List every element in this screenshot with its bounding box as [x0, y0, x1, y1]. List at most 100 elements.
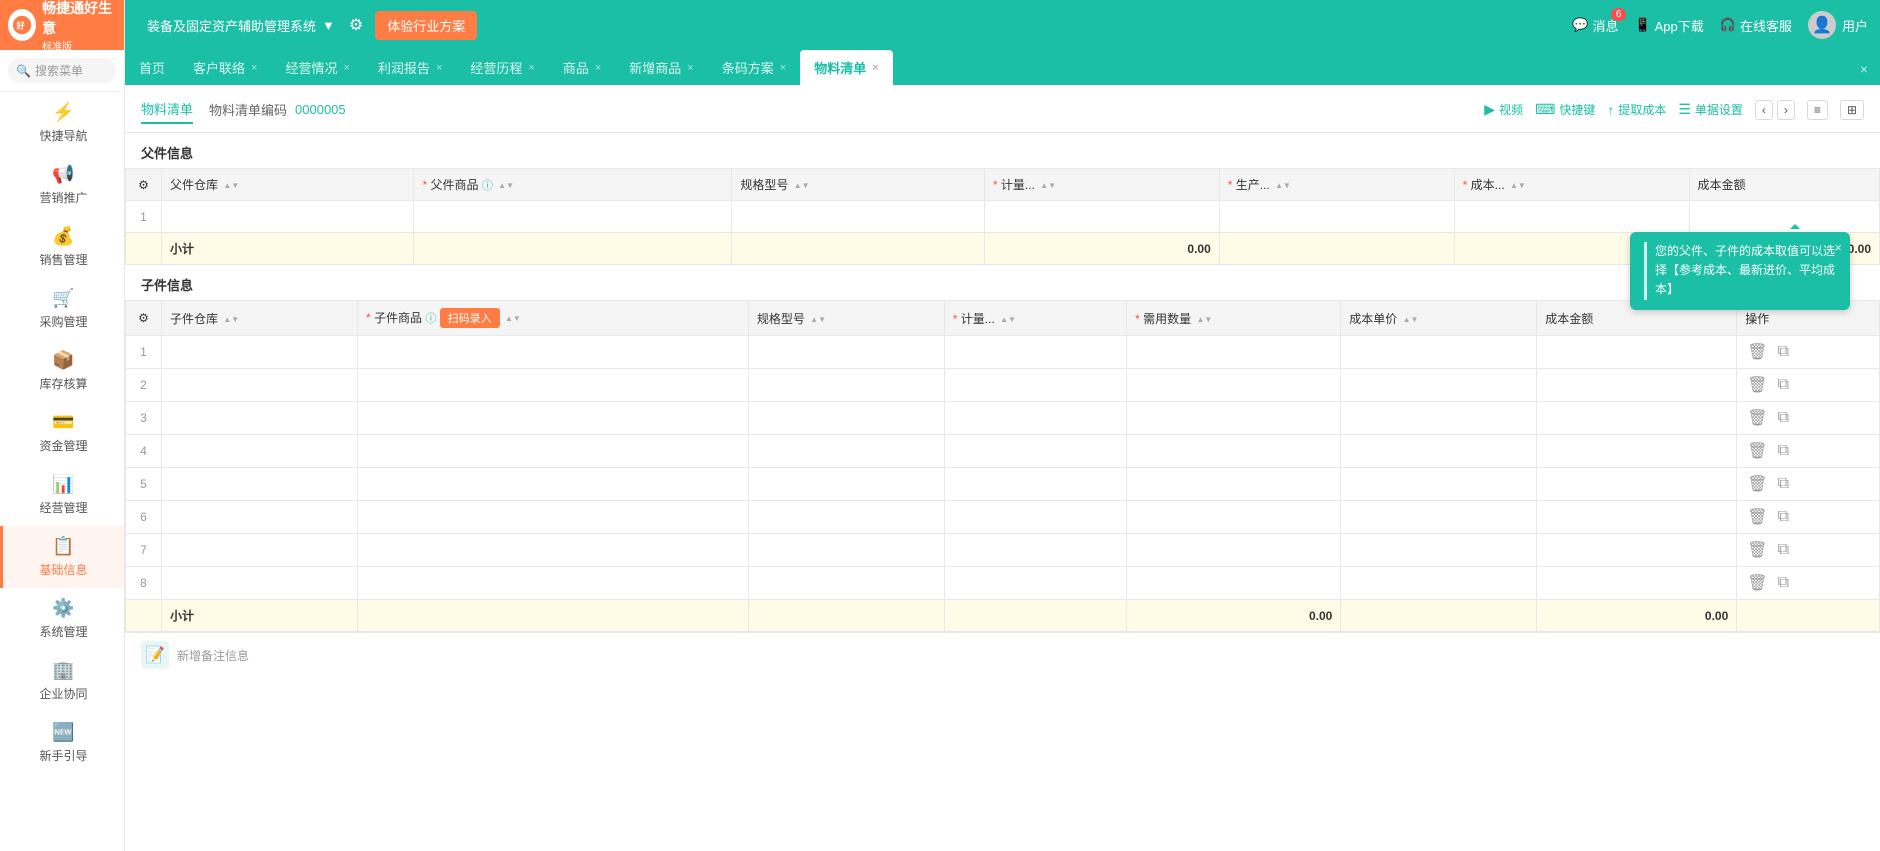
cell-quantity[interactable]: [1127, 369, 1341, 402]
cell-product[interactable]: [357, 336, 748, 369]
cell-spec[interactable]: [732, 201, 984, 233]
cell-unit-price[interactable]: [1341, 402, 1537, 435]
copy-btn[interactable]: ⧉: [1776, 540, 1791, 560]
cell-spec[interactable]: [748, 501, 944, 534]
cell-warehouse[interactable]: [162, 501, 358, 534]
cell-warehouse[interactable]: [162, 468, 358, 501]
tab-home[interactable]: 首页: [125, 50, 179, 85]
cell-cost[interactable]: [1454, 201, 1689, 233]
delete-btn[interactable]: 🗑: [1745, 540, 1769, 560]
cell-unit[interactable]: [944, 567, 1126, 600]
cell-spec[interactable]: [748, 402, 944, 435]
sort-arrows[interactable]: ▲▼: [1196, 315, 1212, 324]
cell-spec[interactable]: [748, 567, 944, 600]
delete-btn[interactable]: 🗑: [1745, 408, 1769, 428]
parent-col-settings[interactable]: ⚙: [126, 169, 162, 201]
cell-warehouse[interactable]: [162, 336, 358, 369]
prev-btn[interactable]: ‹: [1755, 100, 1773, 120]
add-remark-label[interactable]: 新增备注信息: [177, 647, 249, 664]
cell-spec[interactable]: [748, 534, 944, 567]
cell-spec[interactable]: [748, 336, 944, 369]
close-icon[interactable]: ×: [872, 62, 878, 74]
cell-warehouse[interactable]: [162, 369, 358, 402]
system-selector[interactable]: 装备及固定资产辅助管理系统 ▼: [137, 12, 345, 39]
sidebar-item-system[interactable]: ⚙️ 系统管理: [0, 588, 124, 650]
delete-btn[interactable]: 🗑: [1745, 507, 1769, 527]
cell-quantity[interactable]: [1127, 534, 1341, 567]
cell-unit[interactable]: [944, 468, 1126, 501]
tab-close-all[interactable]: ×: [1848, 53, 1880, 85]
cell-warehouse[interactable]: [162, 567, 358, 600]
delete-btn[interactable]: 🗑: [1745, 441, 1769, 461]
cell-warehouse[interactable]: [162, 201, 414, 233]
sort-arrows[interactable]: ▲▼: [810, 315, 826, 324]
cell-unit-price[interactable]: [1341, 501, 1537, 534]
child-col-settings[interactable]: ⚙: [126, 301, 162, 336]
copy-btn[interactable]: ⧉: [1776, 408, 1791, 428]
cell-unit-price[interactable]: [1341, 567, 1537, 600]
cell-spec[interactable]: [748, 369, 944, 402]
copy-btn[interactable]: ⧉: [1776, 342, 1791, 362]
cell-unit-price[interactable]: [1341, 534, 1537, 567]
copy-btn[interactable]: ⧉: [1776, 507, 1791, 527]
cell-product[interactable]: [357, 369, 748, 402]
cell-unit-price[interactable]: [1341, 435, 1537, 468]
cell-product[interactable]: [357, 534, 748, 567]
sidebar-item-marketing[interactable]: 📢 营销推广: [0, 154, 124, 216]
sidebar-item-basic[interactable]: 📋 基础信息: [0, 526, 124, 588]
close-icon[interactable]: ×: [687, 62, 693, 74]
add-remark-icon[interactable]: 📝: [141, 641, 169, 669]
extract-cost-action[interactable]: ↑ 提取成本: [1607, 101, 1666, 118]
sidebar-item-enterprise[interactable]: 🏢 企业协同: [0, 650, 124, 712]
sort-arrows[interactable]: ▲▼: [1403, 315, 1419, 324]
user-area[interactable]: 👤 用户: [1808, 11, 1868, 39]
copy-btn[interactable]: ⧉: [1776, 474, 1791, 494]
next-btn[interactable]: ›: [1777, 100, 1795, 120]
tab-customer[interactable]: 客户联络 ×: [179, 50, 271, 85]
sidebar-item-operation[interactable]: 📊 经营管理: [0, 464, 124, 526]
close-icon[interactable]: ×: [343, 62, 349, 74]
cell-quantity[interactable]: [1127, 435, 1341, 468]
table-view-btn[interactable]: ⊞: [1840, 100, 1864, 120]
shortcut-action[interactable]: ⌨ 快捷键: [1535, 101, 1595, 118]
close-icon[interactable]: ×: [528, 62, 534, 74]
sidebar-item-guide[interactable]: 🆕 新手引导: [0, 712, 124, 774]
cell-unit-price[interactable]: [1341, 336, 1537, 369]
online-service-action[interactable]: 🎧 在线客服: [1720, 16, 1792, 35]
cell-quantity[interactable]: [1127, 567, 1341, 600]
tab-bom[interactable]: 物料清单 ×: [800, 50, 892, 85]
tooltip-close-btn[interactable]: ×: [1834, 238, 1842, 259]
cell-product[interactable]: [357, 501, 748, 534]
scan-button[interactable]: 扫码录入: [440, 308, 500, 328]
close-icon[interactable]: ×: [436, 62, 442, 74]
tab-barcode[interactable]: 条码方案 ×: [708, 50, 800, 85]
message-action[interactable]: 💬 消息 6: [1572, 16, 1618, 35]
cell-quantity[interactable]: [1127, 336, 1341, 369]
sort-arrows[interactable]: ▲▼: [505, 314, 521, 323]
cell-unit[interactable]: [944, 369, 1126, 402]
delete-btn[interactable]: 🗑: [1745, 474, 1769, 494]
experience-button[interactable]: 体验行业方案: [375, 11, 477, 40]
app-download-action[interactable]: 📱 App下载: [1634, 16, 1703, 35]
search-box[interactable]: 🔍 搜索菜单: [8, 58, 116, 83]
cell-product[interactable]: [357, 468, 748, 501]
tab-history[interactable]: 经营历程 ×: [456, 50, 548, 85]
cell-unit[interactable]: [944, 534, 1126, 567]
copy-btn[interactable]: ⧉: [1776, 375, 1791, 395]
sort-arrows[interactable]: ▲▼: [1510, 181, 1526, 190]
sort-arrows[interactable]: ▲▼: [1000, 315, 1016, 324]
sort-arrows[interactable]: ▲▼: [1040, 181, 1056, 190]
cell-unit-price[interactable]: [1341, 369, 1537, 402]
sidebar-item-finance[interactable]: 💳 资金管理: [0, 402, 124, 464]
cell-unit[interactable]: [944, 435, 1126, 468]
sub-tab-bom-list[interactable]: 物料清单: [141, 95, 193, 124]
tab-new-product[interactable]: 新增商品 ×: [615, 50, 707, 85]
delete-btn[interactable]: 🗑: [1745, 342, 1769, 362]
copy-btn[interactable]: ⧉: [1776, 441, 1791, 461]
cell-product[interactable]: [414, 201, 732, 233]
cell-spec[interactable]: [748, 468, 944, 501]
cell-warehouse[interactable]: [162, 534, 358, 567]
cell-product[interactable]: [357, 435, 748, 468]
sidebar-item-purchase[interactable]: 🛒 采购管理: [0, 278, 124, 340]
grid-view-btn[interactable]: ≡: [1807, 100, 1828, 120]
